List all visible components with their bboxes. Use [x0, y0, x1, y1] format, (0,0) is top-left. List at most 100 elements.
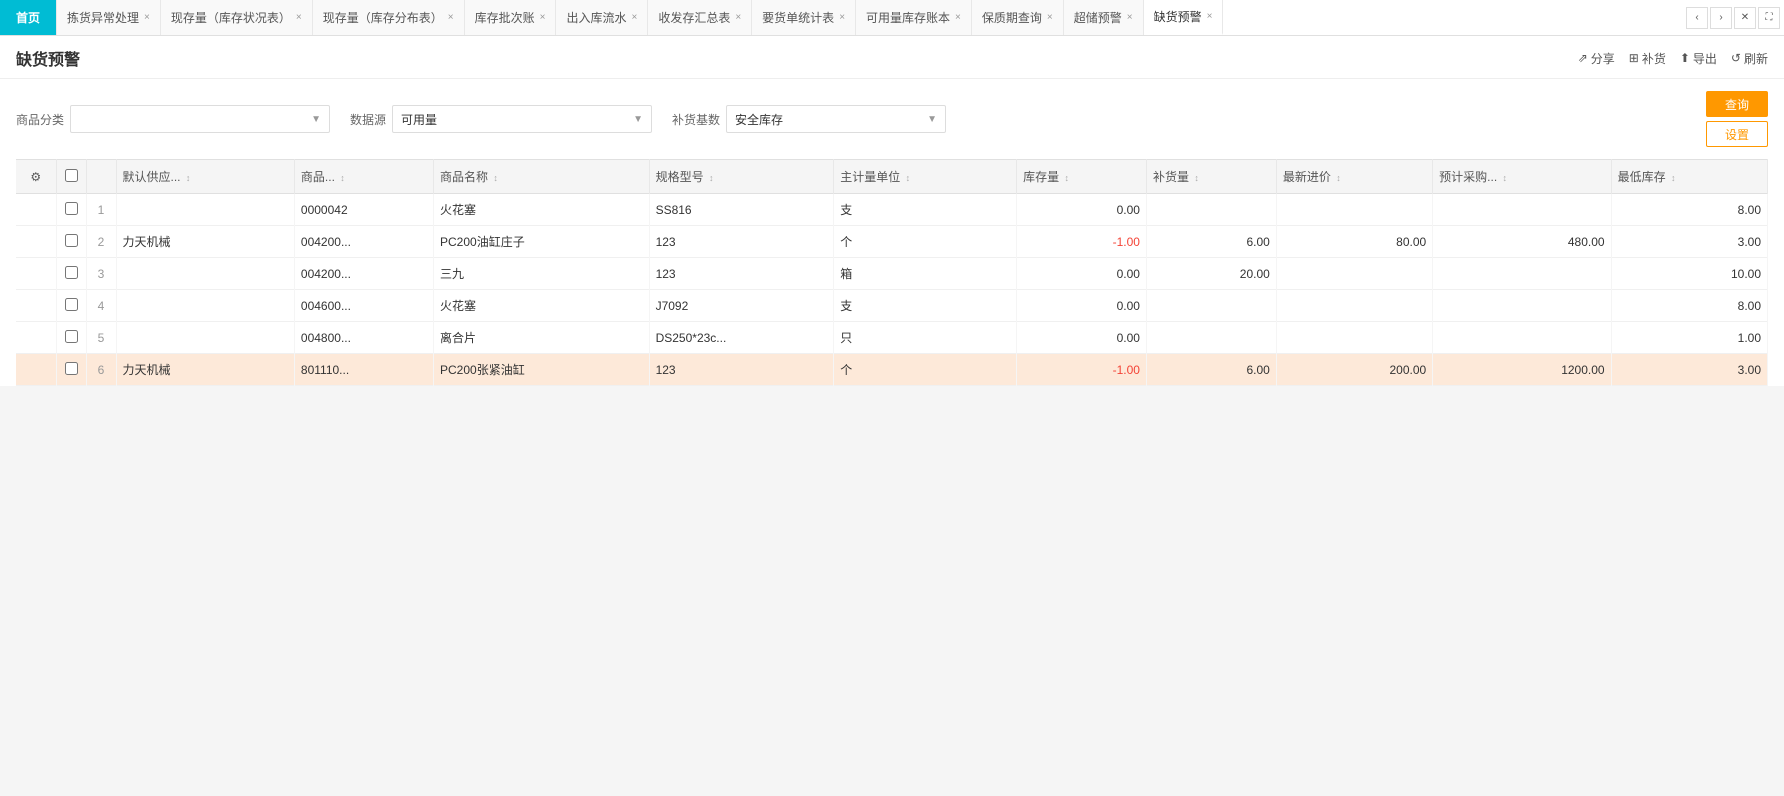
- tab-available-stock[interactable]: 可用量库存账本 ×: [856, 0, 972, 35]
- th-restock[interactable]: 补货量 ↕: [1146, 160, 1276, 194]
- datasource-select[interactable]: 可用量 ▼: [392, 105, 652, 133]
- th-goods-name[interactable]: 商品名称 ↕: [434, 160, 650, 194]
- row-checkbox[interactable]: [65, 266, 78, 279]
- row-min-stock: 8.00: [1611, 290, 1767, 322]
- sort-icon: ↕: [1503, 173, 1508, 183]
- row-supplier: 力天机械: [116, 354, 294, 386]
- tab-expand-button[interactable]: ⛶: [1758, 7, 1780, 29]
- row-checkbox[interactable]: [65, 298, 78, 311]
- tab-overstock[interactable]: 超储预警 ×: [1064, 0, 1144, 35]
- sort-icon: ↕: [1671, 173, 1676, 183]
- close-icon[interactable]: ×: [540, 12, 546, 23]
- row-restock: 6.00: [1146, 226, 1276, 258]
- close-icon[interactable]: ×: [448, 12, 454, 23]
- tab-stock-dist[interactable]: 现存量（库存分布表） ×: [313, 0, 465, 35]
- table-row[interactable]: 4 004600... 火花塞 J7092 支 0.00 8.00: [16, 290, 1768, 322]
- tab-nav-controls: ‹ › ✕ ⛶: [1682, 7, 1784, 29]
- refresh-button[interactable]: ↺ 刷新: [1731, 50, 1768, 67]
- tab-requisition[interactable]: 要货单统计表 ×: [752, 0, 856, 35]
- row-stock: 0.00: [1017, 322, 1147, 354]
- close-icon[interactable]: ×: [955, 12, 961, 23]
- th-stock[interactable]: 库存量 ↕: [1017, 160, 1147, 194]
- th-estimated-purchase[interactable]: 预计采购... ↕: [1433, 160, 1611, 194]
- th-goods-code[interactable]: 商品... ↕: [294, 160, 433, 194]
- th-gear[interactable]: ⚙: [16, 160, 56, 194]
- th-supplier[interactable]: 默认供应... ↕: [116, 160, 294, 194]
- row-spec: 123: [649, 226, 834, 258]
- row-checkbox-cell[interactable]: [56, 290, 86, 322]
- close-icon[interactable]: ×: [631, 12, 637, 23]
- row-estimated-purchase: 480.00: [1433, 226, 1611, 258]
- th-checkbox[interactable]: [56, 160, 86, 194]
- close-icon[interactable]: ×: [296, 12, 302, 23]
- restockbase-select[interactable]: 安全库存 ▼: [726, 105, 946, 133]
- sort-icon: ↕: [1194, 173, 1199, 183]
- row-min-stock: 8.00: [1611, 194, 1767, 226]
- row-goods-code: 004600...: [294, 290, 433, 322]
- th-goods-code-label: 商品...: [301, 170, 335, 184]
- tab-close-button[interactable]: ✕: [1734, 7, 1756, 29]
- settings-button[interactable]: 设置: [1706, 121, 1768, 147]
- row-checkbox-cell[interactable]: [56, 226, 86, 258]
- row-unit: 个: [834, 226, 1017, 258]
- tab-inout-flow[interactable]: 出入库流水 ×: [556, 0, 648, 35]
- th-latest-price[interactable]: 最新进价 ↕: [1276, 160, 1432, 194]
- table-row[interactable]: 2 力天机械 004200... PC200油缸庄子 123 个 -1.00 6…: [16, 226, 1768, 258]
- restock-button[interactable]: ⊞ 补货: [1629, 50, 1666, 67]
- tab-home[interactable]: 首页: [0, 0, 57, 35]
- row-latest-price: 80.00: [1276, 226, 1432, 258]
- tab-picking[interactable]: 拣货异常处理 ×: [57, 0, 161, 35]
- select-all-checkbox[interactable]: [65, 169, 78, 182]
- tab-next-button[interactable]: ›: [1710, 7, 1732, 29]
- row-restock: [1146, 322, 1276, 354]
- tab-prev-button[interactable]: ‹: [1686, 7, 1708, 29]
- export-icon: ⬆: [1680, 51, 1690, 65]
- row-goods-code: 004200...: [294, 226, 433, 258]
- row-checkbox-cell[interactable]: [56, 322, 86, 354]
- tab-shortage[interactable]: 缺货预警 ×: [1144, 0, 1224, 35]
- gear-icon[interactable]: ⚙: [30, 170, 41, 184]
- category-select[interactable]: ▼: [70, 105, 330, 133]
- row-checkbox-cell[interactable]: [56, 194, 86, 226]
- row-spec: 123: [649, 354, 834, 386]
- th-unit-label: 主计量单位: [840, 170, 900, 184]
- row-checkbox[interactable]: [65, 362, 78, 375]
- th-unit[interactable]: 主计量单位 ↕: [834, 160, 1017, 194]
- table-row[interactable]: 3 004200... 三九 123 箱 0.00 20.00 10.00: [16, 258, 1768, 290]
- row-spec: DS250*23c...: [649, 322, 834, 354]
- row-latest-price: [1276, 258, 1432, 290]
- close-icon[interactable]: ×: [735, 12, 741, 23]
- row-checkbox-cell[interactable]: [56, 258, 86, 290]
- row-index: 3: [86, 258, 116, 290]
- table-row[interactable]: 5 004800... 离合片 DS250*23c... 只 0.00 1.00: [16, 322, 1768, 354]
- tab-stock-status[interactable]: 现存量（库存状况表） ×: [161, 0, 313, 35]
- tab-expiry[interactable]: 保质期查询 ×: [972, 0, 1064, 35]
- th-spec[interactable]: 规格型号 ↕: [649, 160, 834, 194]
- page-container: 缺货预警 ⇗ 分享 ⊞ 补货 ⬆ 导出 ↺ 刷新 商品分类: [0, 36, 1784, 386]
- close-icon[interactable]: ×: [1207, 11, 1213, 22]
- row-goods-name: 离合片: [434, 322, 650, 354]
- table-row[interactable]: 1 0000042 火花塞 SS816 支 0.00 8.00: [16, 194, 1768, 226]
- sort-icon: ↕: [906, 173, 911, 183]
- tab-summary[interactable]: 收发存汇总表 ×: [648, 0, 752, 35]
- row-checkbox[interactable]: [65, 330, 78, 343]
- tab-batch-account[interactable]: 库存批次账 ×: [465, 0, 557, 35]
- th-min-stock[interactable]: 最低库存 ↕: [1611, 160, 1767, 194]
- row-checkbox[interactable]: [65, 202, 78, 215]
- close-icon[interactable]: ×: [1127, 12, 1133, 23]
- close-icon[interactable]: ×: [839, 12, 845, 23]
- query-button[interactable]: 查询: [1706, 91, 1768, 117]
- close-icon[interactable]: ×: [1047, 12, 1053, 23]
- close-icon[interactable]: ×: [144, 12, 150, 23]
- export-button[interactable]: ⬆ 导出: [1680, 50, 1717, 67]
- row-checkbox[interactable]: [65, 234, 78, 247]
- table-row[interactable]: 6 力天机械 801110... PC200张紧油缸 123 个 -1.00 6…: [16, 354, 1768, 386]
- share-icon: ⇗: [1578, 51, 1588, 65]
- row-restock: 20.00: [1146, 258, 1276, 290]
- restockbase-value: 安全库存: [735, 111, 783, 128]
- row-index: 1: [86, 194, 116, 226]
- sort-icon: ↕: [340, 173, 345, 183]
- share-button[interactable]: ⇗ 分享: [1578, 50, 1615, 67]
- row-unit: 箱: [834, 258, 1017, 290]
- row-checkbox-cell[interactable]: [56, 354, 86, 386]
